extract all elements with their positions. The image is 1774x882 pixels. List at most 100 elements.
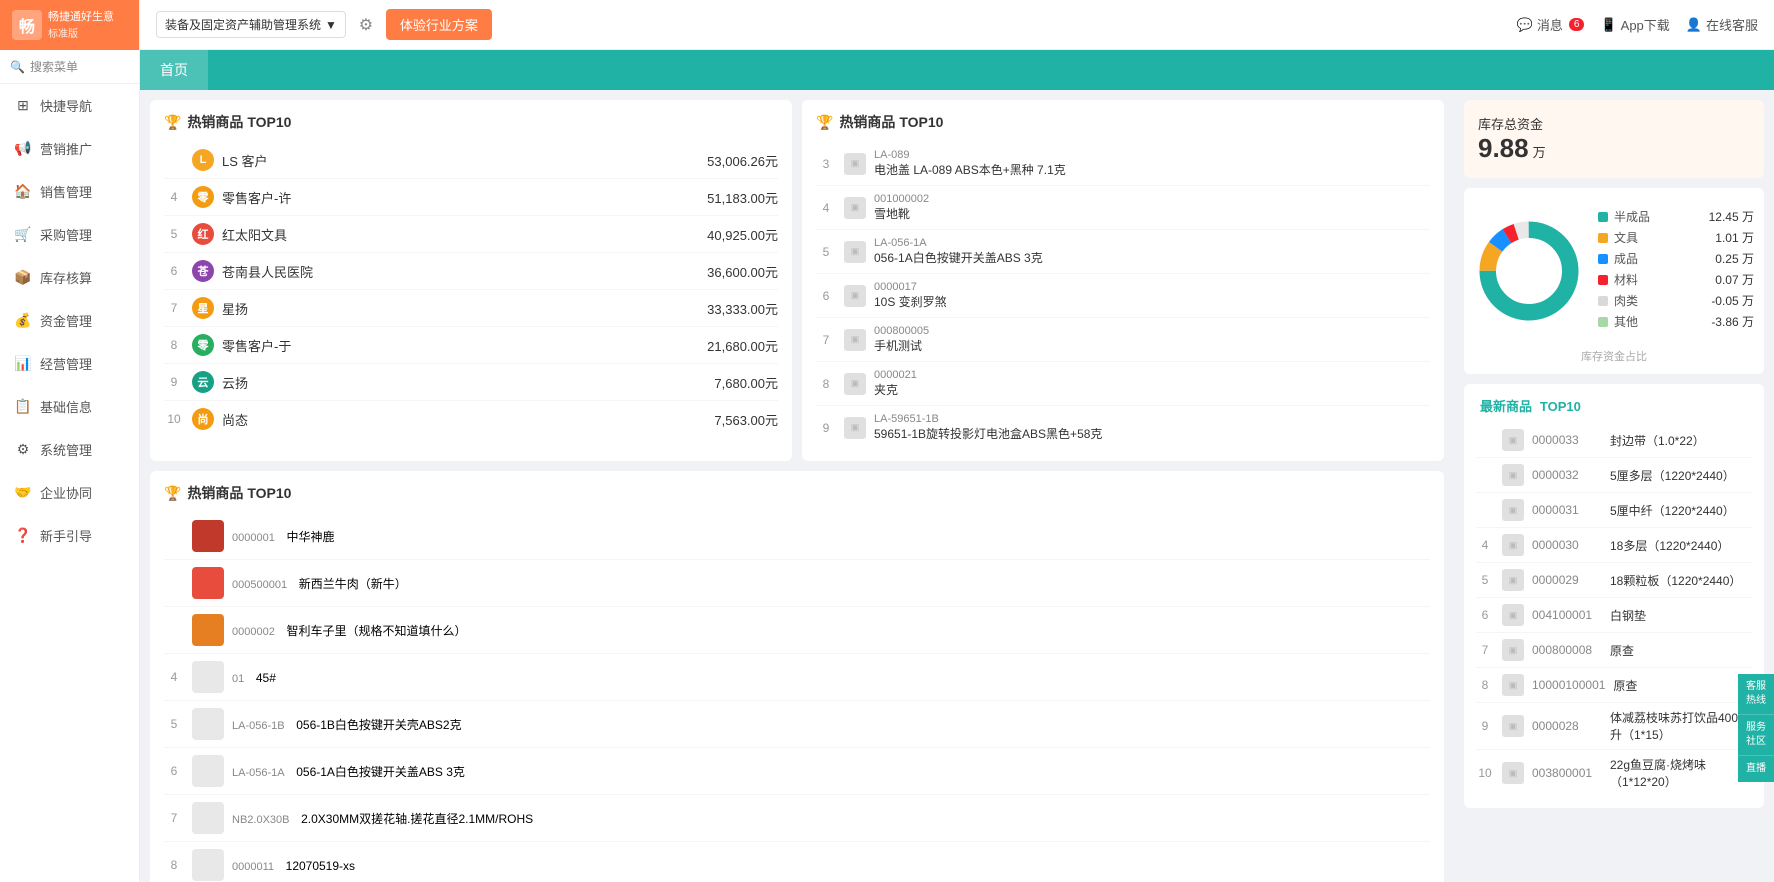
- list-item: L LS 客户 53,006.26元: [164, 142, 778, 179]
- search-menu[interactable]: 🔍 搜索菜单: [10, 58, 129, 75]
- product-item: 0000002 智利车子里（规格不知道填什么）: [164, 607, 1430, 654]
- system-dropdown[interactable]: 装备及固定资产辅助管理系统 ▼: [156, 11, 346, 38]
- sidebar-item-shortcuts[interactable]: ⊞ 快捷导航: [0, 84, 139, 127]
- product-thumb-7: [192, 802, 224, 834]
- list-item: 5 ▣ LA-056-1A 056-1A白色按键开关盖ABS 3克: [816, 230, 1430, 274]
- rank-badge-8: 零: [192, 334, 214, 356]
- np-item: 7 ▣ 000800008 原查: [1476, 633, 1752, 668]
- topbar: 装备及固定资产辅助管理系统 ▼ ⚙ 体验行业方案 💬 消息 6 📱 App下载 …: [140, 0, 1774, 50]
- legend-item-finished: 成品 0.25 万: [1598, 250, 1754, 267]
- list-item: 9 ▣ LA-59651-1B 59651-1B旋转投影灯电池盒ABS黑色+58…: [816, 406, 1430, 449]
- sidebar-item-label: 系统管理: [40, 440, 92, 459]
- list-item: 5 红 红太阳文具 40,925.00元: [164, 216, 778, 253]
- tab-home[interactable]: 首页: [140, 50, 208, 90]
- rank-badge-4: 零: [192, 186, 214, 208]
- list-item: 3 ▣ LA-089 电池盖 LA-089 ABS本色+黑种 7.1克: [816, 142, 1430, 186]
- purchase-icon: 🛒: [14, 226, 32, 243]
- operations-icon: 📊: [14, 355, 32, 372]
- np-item: 8 ▣ 10000100001 原查: [1476, 668, 1752, 703]
- inventory-value: 9.88: [1478, 133, 1529, 164]
- hot-products-bottom-title: 🏆 热销商品 TOP10: [164, 483, 1430, 503]
- inventory-title: 库存总资金: [1478, 114, 1750, 133]
- sidebar-item-sales[interactable]: 🏠 销售管理: [0, 170, 139, 213]
- np-img: ▣: [1502, 639, 1524, 661]
- top-row: 🏆 热销商品 TOP10 L LS 客户 53,006.26元 4 零: [150, 100, 1444, 461]
- np-img: ▣: [1502, 715, 1524, 737]
- sidebar-logo: 畅 畅捷通好生意 标准版: [0, 0, 139, 50]
- cs-hotline-btn[interactable]: 客服热线: [1738, 674, 1774, 715]
- sales-icon: 🏠: [14, 183, 32, 200]
- sidebar-item-marketing[interactable]: 📢 营销推广: [0, 127, 139, 170]
- app-download-action[interactable]: 📱 App下载: [1600, 15, 1669, 34]
- product-img: ▣: [844, 241, 866, 263]
- list-item: 8 零 零售客户-于 21,680.00元: [164, 327, 778, 364]
- product-img: ▣: [844, 197, 866, 219]
- logo-name: 畅捷通好生意: [48, 10, 114, 24]
- list-item: 9 云 云扬 7,680.00元: [164, 364, 778, 401]
- product-img: ▣: [844, 373, 866, 395]
- sidebar-item-enterprise[interactable]: 🤝 企业协同: [0, 471, 139, 514]
- np-img: ▣: [1502, 674, 1524, 696]
- legend-dot: [1598, 254, 1608, 264]
- donut-container: 半成品 12.45 万 文具 1.01 万 成品 0.25 万: [1474, 198, 1754, 344]
- product-item: 6 LA-056-1A 056-1A白色按键开关盖ABS 3克: [164, 748, 1430, 795]
- mobile-icon: 📱: [1600, 17, 1616, 33]
- np-img: ▣: [1502, 429, 1524, 451]
- sidebar-item-purchase[interactable]: 🛒 采购管理: [0, 213, 139, 256]
- rank-badge-7: 星: [192, 297, 214, 319]
- donut-chart: [1474, 216, 1584, 326]
- customer-top-title: 🏆 热销商品 TOP10: [164, 112, 778, 132]
- sidebar-item-finance[interactable]: 💰 资金管理: [0, 299, 139, 342]
- inventory-subtitle: 库存资金占比: [1474, 348, 1754, 364]
- hot-products-right-list: 3 ▣ LA-089 电池盖 LA-089 ABS本色+黑种 7.1克 4 ▣: [816, 142, 1430, 449]
- hot-products-right-title: 🏆 热销商品 TOP10: [816, 112, 1430, 132]
- customer-top-card: 🏆 热销商品 TOP10 L LS 客户 53,006.26元 4 零: [150, 100, 792, 461]
- np-item: 4 ▣ 0000030 18多层（1220*2440）: [1476, 528, 1752, 563]
- cs-community-btn[interactable]: 服务社区: [1738, 715, 1774, 756]
- sidebar-item-guide[interactable]: ❓ 新手引导: [0, 514, 139, 557]
- right-panel: 库存总资金 9.88 万: [1454, 90, 1774, 882]
- sidebar-search-section: 🔍 搜索菜单: [0, 50, 139, 84]
- np-item: ▣ 0000032 5厘多层（1220*2440）: [1476, 458, 1752, 493]
- sidebar-item-system[interactable]: ⚙ 系统管理: [0, 428, 139, 471]
- list-item: 7 星 星扬 33,333.00元: [164, 290, 778, 327]
- guide-icon: ❓: [14, 527, 32, 544]
- legend-item-semi: 半成品 12.45 万: [1598, 208, 1754, 225]
- sidebar-item-inventory[interactable]: 📦 库存核算: [0, 256, 139, 299]
- settings-icon[interactable]: ⚙: [352, 11, 380, 39]
- messages-action[interactable]: 💬 消息 6: [1517, 15, 1585, 34]
- trophy-icon: 🏆: [164, 114, 181, 131]
- sidebar-item-label: 经营管理: [40, 354, 92, 373]
- product-thumb-3: [192, 614, 224, 646]
- topbar-title: 装备及固定资产辅助管理系统 ▼ ⚙ 体验行业方案: [156, 9, 1507, 40]
- rank-badge-1: L: [192, 149, 214, 171]
- cs-live-btn[interactable]: 直播: [1738, 756, 1774, 782]
- tab-bar: 首页: [140, 50, 1774, 90]
- np-item: 10 ▣ 003800001 22g鱼豆腐·烧烤味（1*12*20）: [1476, 750, 1752, 796]
- legend-item-other: 其他 -3.86 万: [1598, 313, 1754, 330]
- main-area: 装备及固定资产辅助管理系统 ▼ ⚙ 体验行业方案 💬 消息 6 📱 App下载 …: [140, 0, 1774, 882]
- rank-badge-9: 云: [192, 371, 214, 393]
- topbar-actions: 💬 消息 6 📱 App下载 👤 在线客服: [1517, 15, 1758, 34]
- search-menu-label: 搜索菜单: [30, 58, 78, 75]
- np-img: ▣: [1502, 569, 1524, 591]
- sidebar-item-basics[interactable]: 📋 基础信息: [0, 385, 139, 428]
- np-img: ▣: [1502, 604, 1524, 626]
- list-item: 4 ▣ 001000002 雪地靴: [816, 186, 1430, 230]
- product-img: ▣: [844, 329, 866, 351]
- experience-btn[interactable]: 体验行业方案: [386, 9, 492, 40]
- messages-badge: 6: [1569, 18, 1585, 31]
- sidebar-item-operations[interactable]: 📊 经营管理: [0, 342, 139, 385]
- system-title: 装备及固定资产辅助管理系统: [165, 16, 321, 33]
- new-products-list: ▣ 0000033 封边带（1.0*22） ▣ 0000032 5厘多层（122…: [1476, 423, 1752, 796]
- np-item: ▣ 0000033 封边带（1.0*22）: [1476, 423, 1752, 458]
- product-item: 8 0000011 12070519-xs: [164, 842, 1430, 882]
- system-icon: ⚙: [14, 441, 32, 458]
- customer-service-float: 客服热线 服务社区 直播: [1738, 674, 1774, 782]
- marketing-icon: 📢: [14, 140, 32, 157]
- online-service-action[interactable]: 👤 在线客服: [1686, 15, 1758, 34]
- trophy-icon-b: 🏆: [164, 485, 181, 502]
- messages-label: 消息: [1537, 15, 1563, 34]
- list-item: 6 ▣ 0000017 10S 变刹罗煞: [816, 274, 1430, 318]
- product-item: 7 NB2.0X30B 2.0X30MM双搓花轴.搓花直径2.1MM/ROHS: [164, 795, 1430, 842]
